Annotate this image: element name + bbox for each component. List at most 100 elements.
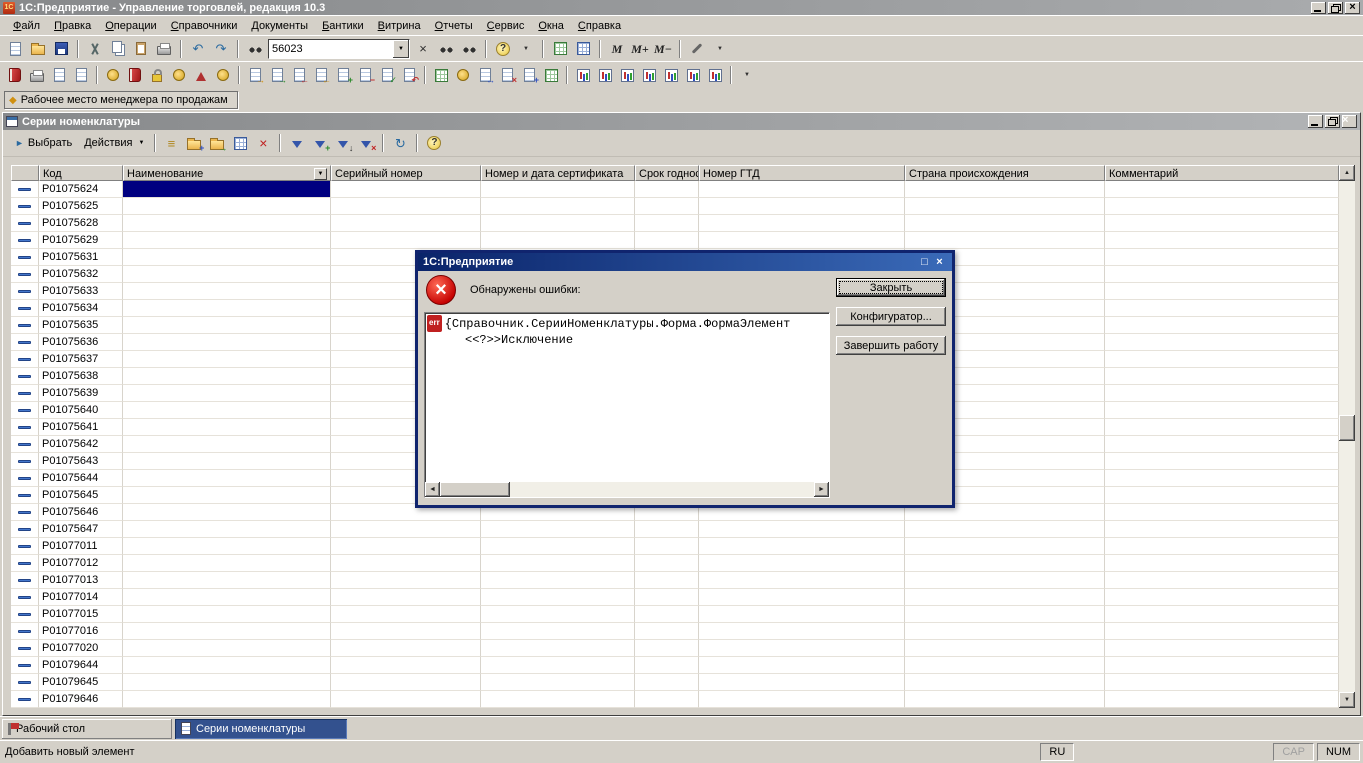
- table-row[interactable]: P01077016: [11, 623, 1339, 640]
- row-marker-cell[interactable]: [11, 232, 39, 249]
- cell[interactable]: [635, 555, 699, 572]
- cell[interactable]: [123, 538, 331, 555]
- returns-icon[interactable]: ↶: [398, 64, 420, 86]
- service-icon[interactable]: [686, 38, 708, 60]
- code-cell[interactable]: P01079646: [39, 691, 123, 708]
- find-icon[interactable]: [244, 38, 266, 60]
- orders-report-icon[interactable]: [660, 64, 682, 86]
- menu-item[interactable]: Окна: [531, 18, 571, 34]
- cell[interactable]: [905, 691, 1105, 708]
- cell[interactable]: [123, 351, 331, 368]
- print-document-icon[interactable]: [26, 64, 48, 86]
- open-file-icon[interactable]: [27, 38, 49, 60]
- close-button[interactable]: Закрыть: [836, 278, 946, 297]
- cell[interactable]: [1105, 521, 1339, 538]
- cell[interactable]: [635, 606, 699, 623]
- cell[interactable]: [1105, 657, 1339, 674]
- restore-icon[interactable]: [1328, 1, 1343, 14]
- counterparties-icon[interactable]: [102, 64, 124, 86]
- row-marker-cell[interactable]: [11, 504, 39, 521]
- inventory-icon[interactable]: [430, 64, 452, 86]
- row-marker-cell[interactable]: [11, 521, 39, 538]
- edit-item-icon[interactable]: [229, 132, 251, 154]
- row-marker-cell[interactable]: [11, 266, 39, 283]
- menu-item[interactable]: Документы: [244, 18, 315, 34]
- code-cell[interactable]: P01075645: [39, 487, 123, 504]
- child-title-bar[interactable]: Серии номенклатуры: [3, 113, 1360, 130]
- cell[interactable]: [481, 555, 635, 572]
- code-cell[interactable]: P01077016: [39, 623, 123, 640]
- cell[interactable]: [123, 283, 331, 300]
- cell[interactable]: [123, 504, 331, 521]
- code-cell[interactable]: P01075642: [39, 436, 123, 453]
- cell[interactable]: [1105, 215, 1339, 232]
- code-cell[interactable]: P01075636: [39, 334, 123, 351]
- actions-button[interactable]: Действия ▼: [78, 133, 150, 153]
- cell[interactable]: [1105, 351, 1339, 368]
- cell[interactable]: [123, 453, 331, 470]
- goods-posting-icon[interactable]: +: [518, 64, 540, 86]
- supplier-order-icon[interactable]: ←: [310, 64, 332, 86]
- row-marker-cell[interactable]: [11, 436, 39, 453]
- find-options-icon[interactable]: ▼: [515, 38, 537, 60]
- cell[interactable]: [481, 232, 635, 249]
- cell[interactable]: [905, 521, 1105, 538]
- cell[interactable]: [331, 521, 481, 538]
- row-marker-cell[interactable]: [11, 215, 39, 232]
- close-icon[interactable]: [1345, 1, 1360, 14]
- child-restore-icon[interactable]: [1325, 115, 1340, 128]
- cell[interactable]: [123, 198, 331, 215]
- scrollbar-thumb[interactable]: [1339, 415, 1355, 441]
- code-cell[interactable]: P01075631: [39, 249, 123, 266]
- cell[interactable]: [1105, 504, 1339, 521]
- cash-receipt-icon[interactable]: +: [332, 64, 354, 86]
- move-to-group-icon[interactable]: →: [206, 132, 228, 154]
- cell[interactable]: [1105, 317, 1339, 334]
- cell[interactable]: [699, 657, 905, 674]
- cell[interactable]: [123, 572, 331, 589]
- cell[interactable]: [123, 232, 331, 249]
- code-cell[interactable]: P01077020: [39, 640, 123, 657]
- memory-plus-icon[interactable]: М+: [629, 38, 651, 60]
- cell[interactable]: [481, 215, 635, 232]
- cell[interactable]: [635, 198, 699, 215]
- code-cell[interactable]: P01075629: [39, 232, 123, 249]
- cell[interactable]: [635, 538, 699, 555]
- minimize-icon[interactable]: [1311, 1, 1326, 14]
- cell[interactable]: [699, 232, 905, 249]
- goods-transfer-icon[interactable]: ↔: [474, 64, 496, 86]
- table-row[interactable]: P01077012: [11, 555, 1339, 572]
- cell[interactable]: [123, 606, 331, 623]
- cell[interactable]: [635, 215, 699, 232]
- cell[interactable]: [699, 691, 905, 708]
- menu-item[interactable]: Операции: [98, 18, 163, 34]
- cell[interactable]: [635, 640, 699, 657]
- cell[interactable]: [481, 572, 635, 589]
- customer-order-icon[interactable]: →: [244, 64, 266, 86]
- syntax-info-icon[interactable]: ?: [492, 38, 514, 60]
- cell[interactable]: [123, 555, 331, 572]
- table-row[interactable]: P01075629: [11, 232, 1339, 249]
- row-marker-cell[interactable]: [11, 198, 39, 215]
- row-marker-cell[interactable]: [11, 538, 39, 555]
- table-row[interactable]: P01077014: [11, 589, 1339, 606]
- stock-report-icon[interactable]: [594, 64, 616, 86]
- cell[interactable]: [699, 521, 905, 538]
- menu-item[interactable]: Правка: [47, 18, 98, 34]
- new-file-icon[interactable]: [4, 38, 26, 60]
- table-row[interactable]: P01077013: [11, 572, 1339, 589]
- row-marker-cell[interactable]: [11, 674, 39, 691]
- chevron-down-icon[interactable]: ▼: [393, 39, 409, 58]
- row-marker-cell[interactable]: [11, 419, 39, 436]
- print-icon[interactable]: [153, 38, 175, 60]
- filter-by-value-icon[interactable]: +: [309, 132, 331, 154]
- planning-report-icon[interactable]: [704, 64, 726, 86]
- terminate-button[interactable]: Завершить работу: [836, 336, 946, 355]
- menu-item[interactable]: Отчеты: [428, 18, 480, 34]
- scroll-up-icon[interactable]: ▲: [1339, 165, 1355, 181]
- cell[interactable]: [123, 266, 331, 283]
- cell[interactable]: [699, 555, 905, 572]
- retail-sales-icon[interactable]: ✓: [376, 64, 398, 86]
- row-marker-cell[interactable]: [11, 334, 39, 351]
- cell[interactable]: [1105, 555, 1339, 572]
